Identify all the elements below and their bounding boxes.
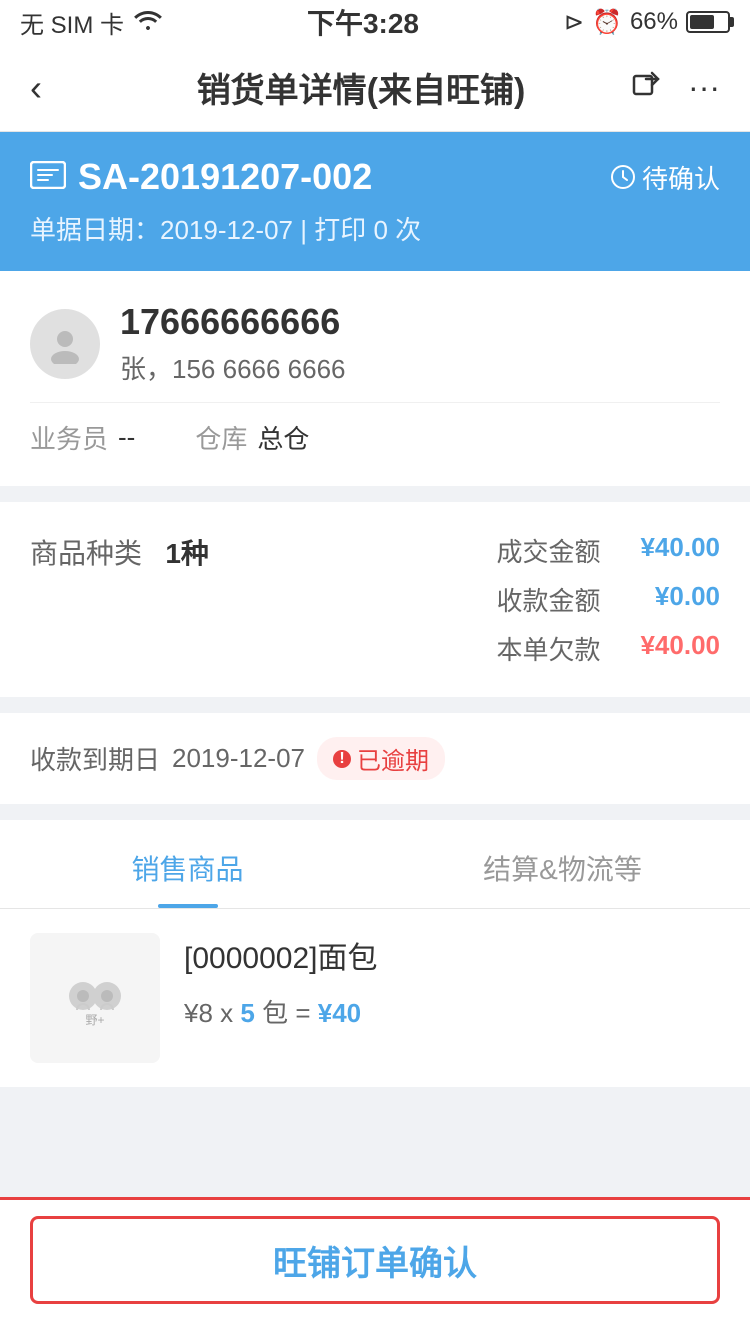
back-button[interactable]: ‹ (30, 67, 90, 109)
sales-meta: 业务员 -- (30, 419, 135, 456)
product-type: 商品种类 1种 (30, 532, 209, 572)
product-thumbnail: 野+ (30, 933, 160, 1063)
customer-meta: 业务员 -- 仓库 总仓 (30, 402, 720, 456)
amounts-section: 商品种类 1种 成交金额 ¥40.00 收款金额 ¥0.00 本单欠款 ¥40.… (0, 502, 750, 697)
transaction-row: 成交金额 ¥40.00 (496, 532, 720, 569)
sales-label: 业务员 (30, 419, 108, 456)
warehouse-label: 仓库 (195, 419, 247, 456)
customer-phone: 17666666666 (120, 301, 346, 343)
quantity: 5 (240, 998, 254, 1028)
owed-value: ¥40.00 (640, 630, 720, 667)
warehouse-meta: 仓库 总仓 (195, 419, 309, 456)
order-icon (30, 156, 66, 198)
nav-actions: ··· (632, 68, 720, 108)
owed-row: 本单欠款 ¥40.00 (496, 630, 720, 667)
alarm-icon: ⏰ (592, 8, 622, 37)
transaction-label: 成交金额 (496, 532, 600, 569)
product-section: 野+ [0000002]面包 ¥8 x 5 包 = ¥40 (0, 909, 750, 1087)
avatar (30, 309, 100, 379)
status-right: ⊳ ⏰ 66% (564, 8, 730, 37)
total-price: ¥40 (318, 998, 361, 1028)
due-date-label: 收款到期日 (30, 740, 160, 777)
overdue-label: 已逾期 (357, 741, 429, 776)
unit: 包 (262, 998, 288, 1028)
customer-top: 17666666666 张，156 6666 6666 (30, 301, 720, 386)
order-number: SA-20191207-002 (30, 156, 372, 198)
confirm-order-button[interactable]: 旺铺订单确认 (30, 1216, 720, 1304)
time-display: 下午3:28 (307, 2, 419, 42)
transaction-value: ¥40.00 (640, 532, 720, 569)
tab-settlement[interactable]: 结算&物流等 (375, 820, 750, 908)
product-info: [0000002]面包 ¥8 x 5 包 = ¥40 (184, 933, 720, 1030)
product-type-label: 商品种类 (30, 538, 142, 569)
customer-name: 张，156 6666 6666 (120, 349, 346, 386)
customer-info: 17666666666 张，156 6666 6666 (120, 301, 346, 386)
unit-price: ¥8 (184, 998, 213, 1028)
nav-bar: ‹ 销货单详情(来自旺铺) ··· (0, 44, 750, 132)
product-type-value: 1种 (165, 538, 209, 569)
tabs-section: 销售商品 结算&物流等 野+ [0000002]面包 ¥8 (0, 820, 750, 1087)
share-icon[interactable] (632, 68, 664, 108)
collection-row: 收款金额 ¥0.00 (496, 581, 720, 618)
overdue-badge: ! 已逾期 (317, 737, 445, 780)
confirm-button-container: 旺铺订单确认 (0, 1197, 750, 1334)
due-date-value: 2019-12-07 (172, 743, 305, 774)
owed-label: 本单欠款 (496, 630, 600, 667)
page-title: 销货单详情(来自旺铺) (90, 63, 632, 112)
battery-icon (686, 11, 730, 33)
tab-sales-products[interactable]: 销售商品 (0, 820, 375, 908)
collection-value: ¥0.00 (655, 581, 720, 618)
order-header-top: SA-20191207-002 待确认 (30, 156, 720, 198)
more-icon[interactable]: ··· (688, 69, 720, 106)
product-price: ¥8 x 5 包 = ¥40 (184, 993, 720, 1030)
carrier-label: 无 SIM 卡 (20, 5, 124, 40)
status-left: 无 SIM 卡 (20, 5, 162, 40)
tabs-bar: 销售商品 结算&物流等 (0, 820, 750, 909)
order-status: 待确认 (610, 159, 720, 196)
customer-section: 17666666666 张，156 6666 6666 业务员 -- 仓库 总仓 (0, 271, 750, 486)
collection-label: 收款金额 (496, 581, 600, 618)
battery-fill (690, 15, 714, 29)
due-date-section: 收款到期日 2019-12-07 ! 已逾期 (0, 713, 750, 804)
svg-text:野+: 野+ (85, 1013, 104, 1027)
product-name: [0000002]面包 (184, 933, 720, 977)
amount-right: 成交金额 ¥40.00 收款金额 ¥0.00 本单欠款 ¥40.00 (496, 532, 720, 667)
location-icon: ⊳ (564, 8, 584, 37)
order-date-info: 单据日期：2019-12-07 | 打印 0 次 (30, 210, 720, 247)
battery-label: 66% (630, 8, 678, 36)
warehouse-value: 总仓 (257, 419, 309, 456)
equals-sign: = (295, 998, 317, 1028)
product-item: 野+ [0000002]面包 ¥8 x 5 包 = ¥40 (30, 933, 720, 1063)
multiply-sign: x (220, 998, 240, 1028)
sales-value: -- (118, 422, 135, 453)
status-bar: 无 SIM 卡 下午3:28 ⊳ ⏰ 66% (0, 0, 750, 44)
overdue-dot: ! (333, 750, 351, 768)
wifi-icon (134, 8, 162, 37)
order-header: SA-20191207-002 待确认 单据日期：2019-12-07 | 打印… (0, 132, 750, 271)
